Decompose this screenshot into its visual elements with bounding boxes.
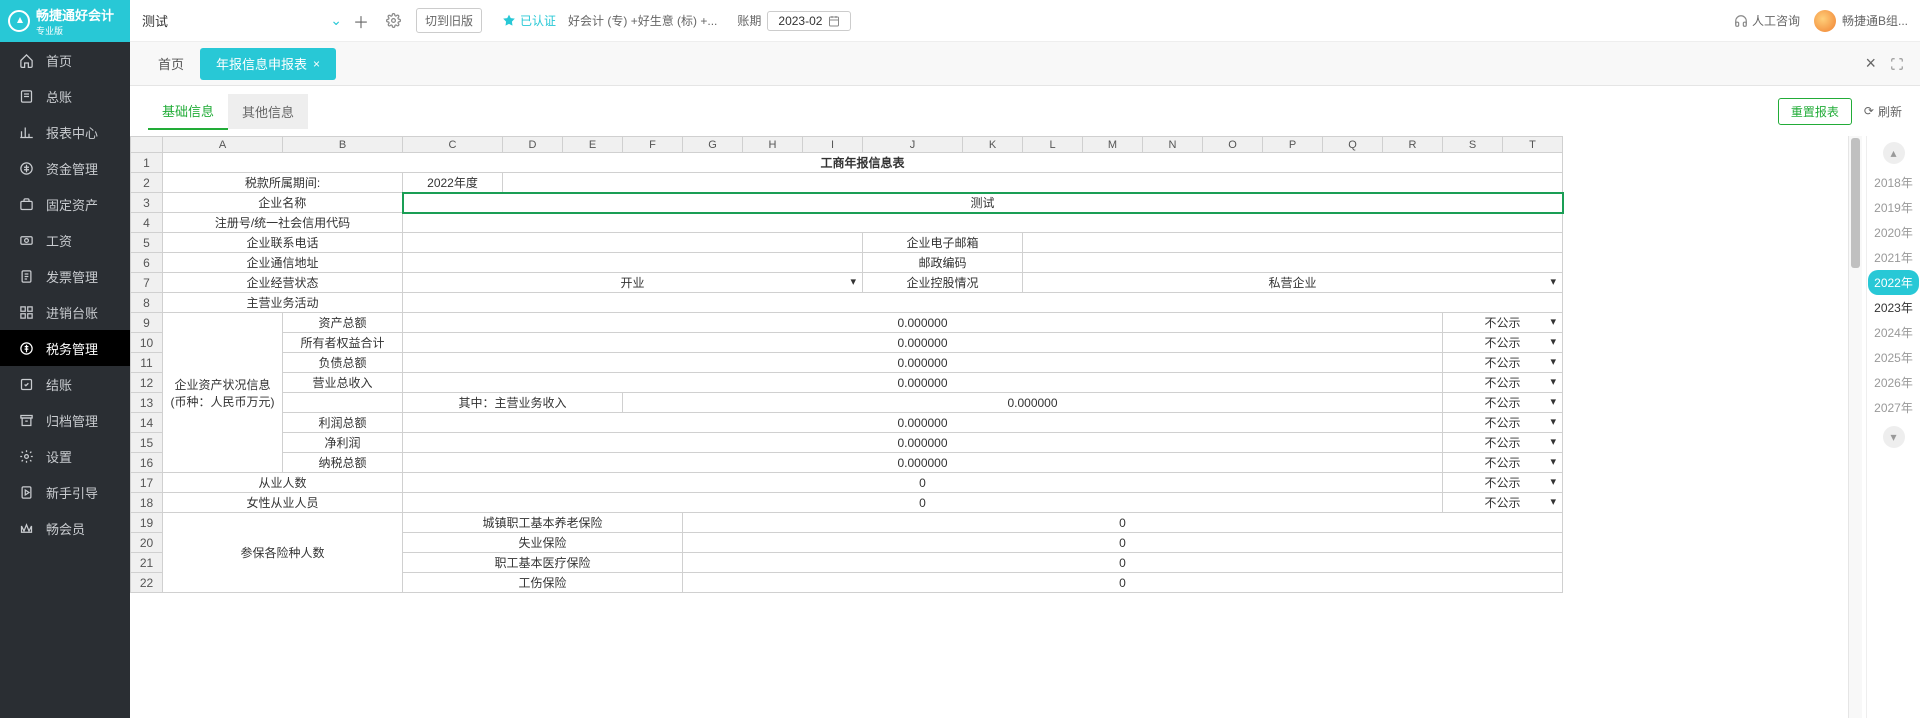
asset-icon bbox=[18, 196, 34, 212]
brand-edition: 专业版 bbox=[36, 24, 114, 37]
brand-name: 畅捷通好会计 bbox=[36, 8, 114, 23]
sidebar-item-home[interactable]: 首页 bbox=[0, 42, 130, 78]
year-item[interactable]: 2021年 bbox=[1868, 245, 1919, 270]
user-name: 畅捷通B组... bbox=[1842, 12, 1908, 29]
year-item[interactable]: 2020年 bbox=[1868, 220, 1919, 245]
sidebar-item-tax[interactable]: 税务管理 bbox=[0, 330, 130, 366]
archive-icon bbox=[18, 412, 34, 428]
spreadsheet[interactable]: ABCDEFGHIJKLMNOPQRST1工商年报信息表2税款所属期间:2022… bbox=[130, 136, 1866, 718]
sidebar-item-stock[interactable]: 进销台账 bbox=[0, 294, 130, 330]
sidebar-item-vip[interactable]: 畅会员 bbox=[0, 510, 130, 546]
year-item[interactable]: 2024年 bbox=[1868, 320, 1919, 345]
year-item[interactable]: 2019年 bbox=[1868, 195, 1919, 220]
cert-badge: 已认证 bbox=[502, 12, 556, 29]
sidebar-item-label: 畅会员 bbox=[46, 519, 85, 538]
money-icon bbox=[18, 160, 34, 176]
ledger-icon bbox=[18, 88, 34, 104]
period-picker[interactable]: 2023-02 bbox=[767, 11, 851, 31]
logo-icon bbox=[8, 10, 30, 32]
subtab-basic[interactable]: 基础信息 bbox=[148, 93, 228, 130]
salary-icon bbox=[18, 232, 34, 248]
product-label: 好会计 (专) +好生意 (标) +... bbox=[568, 12, 717, 29]
sidebar-item-guide[interactable]: 新手引导 bbox=[0, 474, 130, 510]
sub-toolbar: 基础信息 其他信息 重置报表 ⟳ 刷新 bbox=[130, 86, 1920, 136]
settings-icon bbox=[18, 448, 34, 464]
sidebar-item-salary[interactable]: 工资 bbox=[0, 222, 130, 258]
switch-old-button[interactable]: 切到旧版 bbox=[416, 8, 482, 33]
company-selector[interactable]: 测试 ⌄ bbox=[142, 7, 342, 34]
tab-annual-report[interactable]: 年报信息申报表 × bbox=[200, 48, 336, 80]
year-item[interactable]: 2025年 bbox=[1868, 345, 1919, 370]
stock-icon bbox=[18, 304, 34, 320]
period-label: 账期 bbox=[737, 12, 761, 29]
sidebar-item-label: 首页 bbox=[46, 51, 72, 70]
sidebar-item-money[interactable]: 资金管理 bbox=[0, 150, 130, 186]
sidebar-item-label: 进销台账 bbox=[46, 303, 98, 322]
year-item[interactable]: 2027年 bbox=[1868, 395, 1919, 420]
fullscreen-icon[interactable] bbox=[1886, 53, 1908, 75]
sidebar-item-label: 工资 bbox=[46, 231, 72, 250]
tax-icon bbox=[18, 340, 34, 356]
year-panel: ▴ 2018年2019年2020年2021年2022年2023年2024年202… bbox=[1866, 136, 1920, 718]
year-item[interactable]: 2023年 bbox=[1868, 295, 1919, 320]
asset-group-label: 企业资产状况信息(币种：人民币万元) bbox=[163, 313, 283, 473]
insurance-group-label: 参保各险种人数 bbox=[163, 513, 403, 593]
sidebar-item-invoice[interactable]: 发票管理 bbox=[0, 258, 130, 294]
period-value: 2022年度 bbox=[403, 173, 503, 193]
topbar: 测试 ⌄ ＋ 切到旧版 已认证 好会计 (专) +好生意 (标) +... 账期… bbox=[130, 0, 1920, 42]
sidebar-item-label: 报表中心 bbox=[46, 123, 98, 142]
year-down-icon[interactable]: ▾ bbox=[1883, 426, 1905, 448]
sidebar-item-label: 设置 bbox=[46, 447, 72, 466]
sheet-title: 工商年报信息表 bbox=[163, 153, 1563, 173]
sidebar-item-archive[interactable]: 归档管理 bbox=[0, 402, 130, 438]
year-item[interactable]: 2018年 bbox=[1868, 170, 1919, 195]
sidebar-item-close[interactable]: 结账 bbox=[0, 366, 130, 402]
company-name: 测试 bbox=[142, 11, 168, 30]
year-item[interactable]: 2022年 bbox=[1868, 270, 1919, 295]
sidebar-item-label: 新手引导 bbox=[46, 483, 98, 502]
sidebar-item-chart[interactable]: 报表中心 bbox=[0, 114, 130, 150]
period-label: 税款所属期间: bbox=[163, 173, 403, 193]
add-button[interactable]: ＋ bbox=[348, 8, 374, 34]
home-icon bbox=[18, 52, 34, 68]
brand-logo: 畅捷通好会计 专业版 bbox=[0, 0, 130, 42]
sidebar-item-label: 总账 bbox=[46, 87, 72, 106]
refresh-button[interactable]: ⟳ 刷新 bbox=[1864, 103, 1902, 120]
vip-icon bbox=[18, 520, 34, 536]
cert-label: 已认证 bbox=[520, 12, 556, 29]
sidebar-item-label: 发票管理 bbox=[46, 267, 98, 286]
vertical-scrollbar[interactable] bbox=[1848, 136, 1862, 718]
sidebar-item-label: 固定资产 bbox=[46, 195, 98, 214]
user-menu[interactable]: 畅捷通B组... bbox=[1814, 10, 1908, 32]
invoice-icon bbox=[18, 268, 34, 284]
year-item[interactable]: 2026年 bbox=[1868, 370, 1919, 395]
sidebar-item-label: 结账 bbox=[46, 375, 72, 394]
refresh-icon: ⟳ bbox=[1864, 104, 1874, 118]
business-status-select[interactable]: 开业 bbox=[403, 273, 863, 293]
holding-type-select[interactable]: 私营企业 bbox=[1023, 273, 1563, 293]
sidebar-item-asset[interactable]: 固定资产 bbox=[0, 186, 130, 222]
year-up-icon[interactable]: ▴ bbox=[1883, 142, 1905, 164]
tab-strip: 首页 年报信息申报表 × × bbox=[130, 42, 1920, 86]
sidebar-item-label: 归档管理 bbox=[46, 411, 98, 430]
reset-report-button[interactable]: 重置报表 bbox=[1778, 98, 1852, 125]
company-name-cell[interactable]: 测试 bbox=[403, 193, 1563, 213]
subtab-other[interactable]: 其他信息 bbox=[228, 94, 308, 129]
gear-icon[interactable] bbox=[380, 8, 406, 34]
close-icon[interactable]: × bbox=[313, 57, 320, 71]
sidebar-item-settings[interactable]: 设置 bbox=[0, 438, 130, 474]
chart-icon bbox=[18, 124, 34, 140]
sidebar: 畅捷通好会计 专业版 首页总账报表中心资金管理固定资产工资发票管理进销台账税务管… bbox=[0, 0, 130, 718]
avatar bbox=[1814, 10, 1836, 32]
tab-close-all-icon[interactable]: × bbox=[1855, 49, 1886, 78]
chevron-down-icon: ⌄ bbox=[330, 12, 342, 29]
guide-icon bbox=[18, 484, 34, 500]
sidebar-item-ledger[interactable]: 总账 bbox=[0, 78, 130, 114]
sidebar-item-label: 资金管理 bbox=[46, 159, 98, 178]
close-icon bbox=[18, 376, 34, 392]
support-link[interactable]: 人工咨询 bbox=[1734, 12, 1800, 29]
tab-home[interactable]: 首页 bbox=[142, 48, 200, 80]
sidebar-item-label: 税务管理 bbox=[46, 339, 98, 358]
